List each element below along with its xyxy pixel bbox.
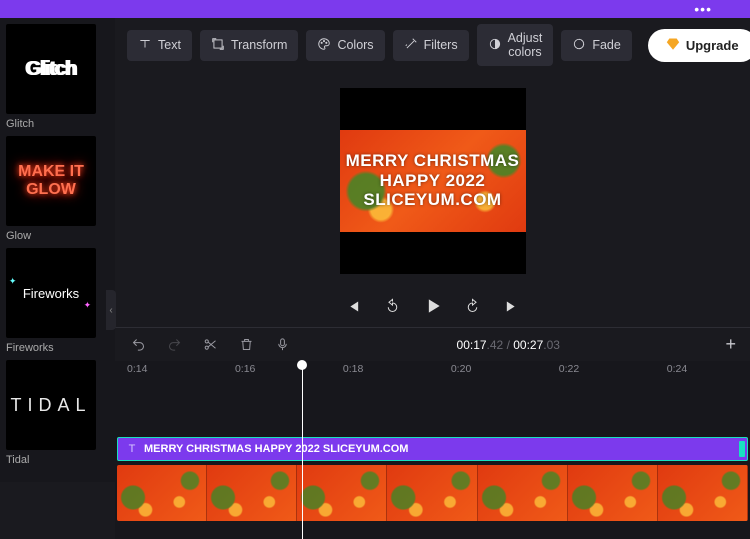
playback-controls: [115, 285, 750, 327]
button-label: Text: [158, 38, 181, 52]
text-clip[interactable]: T MERRY CHRISTMAS HAPPY 2022 SLICEYUM.CO…: [117, 437, 748, 461]
video-thumbnail: [297, 465, 387, 521]
text-icon: [138, 37, 152, 54]
transform-button[interactable]: Transform: [200, 30, 299, 61]
ruler-tick: 0:20: [451, 363, 471, 375]
video-clip[interactable]: [117, 465, 748, 521]
wand-icon: [404, 37, 418, 54]
preview-canvas-area: MERRY CHRISTMAS HAPPY 2022 SLICEYUM.COM: [115, 62, 750, 285]
button-label: Colors: [337, 38, 373, 52]
redo-button[interactable]: [165, 336, 183, 354]
clip-toolbar: Text Transform Colors Filters Adjust col…: [115, 18, 750, 62]
button-label: Adjust colors: [508, 31, 543, 59]
sidebar-collapse-handle[interactable]: ‹: [106, 290, 116, 330]
time-separator: /: [503, 338, 513, 352]
colors-button[interactable]: Colors: [306, 30, 384, 61]
undo-button[interactable]: [129, 336, 147, 354]
glitch-preview-text: Glitch: [26, 58, 77, 81]
play-button[interactable]: [422, 295, 444, 317]
sidebar-item-label: Glow: [6, 230, 109, 242]
tidal-preview-text: TIDAL: [10, 395, 91, 416]
delete-button[interactable]: [237, 336, 255, 354]
total-time: 00:27: [513, 338, 543, 352]
chevron-left-icon: ‹: [109, 305, 112, 316]
button-label: Upgrade: [686, 38, 739, 53]
sidebar-item-tidal[interactable]: TIDAL Tidal: [6, 360, 109, 466]
sidebar-item-label: Fireworks: [6, 342, 109, 354]
timecode-display: 00:17.42 / 00:27.03: [309, 338, 707, 352]
fireworks-preview-text: Fireworks: [23, 286, 79, 301]
sidebar-item-fireworks[interactable]: Fireworks Fireworks: [6, 248, 109, 354]
forward-button[interactable]: [462, 295, 484, 317]
palette-icon: [317, 37, 331, 54]
sidebar-item-glitch[interactable]: Glitch Glitch: [6, 24, 109, 130]
sidebar-item-label: Tidal: [6, 454, 109, 466]
button-label: Fade: [592, 38, 621, 52]
text-icon: T: [126, 443, 138, 455]
timeline-ruler[interactable]: 0:14 0:16 0:18 0:20 0:22 0:24: [115, 361, 750, 379]
total-time-frac: .03: [543, 338, 560, 352]
effects-sidebar: Glitch Glitch MAKE IT GLOW Glow Firework…: [0, 18, 115, 482]
ruler-tick: 0:16: [235, 363, 255, 375]
contrast-icon: [488, 37, 502, 54]
more-menu-button[interactable]: •••: [694, 1, 712, 17]
split-button[interactable]: [201, 336, 219, 354]
ruler-tick: 0:24: [667, 363, 687, 375]
rewind-button[interactable]: [382, 295, 404, 317]
button-label: Transform: [231, 38, 288, 52]
ruler-tick: 0:18: [343, 363, 363, 375]
skip-end-button[interactable]: [502, 295, 524, 317]
transform-icon: [211, 37, 225, 54]
timeline-toolbar: 00:17.42 / 00:27.03 +: [115, 327, 750, 361]
fade-icon: [572, 37, 586, 54]
add-track-button[interactable]: +: [725, 334, 736, 355]
voiceover-button[interactable]: [273, 336, 291, 354]
app-titlebar: •••: [0, 0, 750, 18]
video-thumbnail: [478, 465, 568, 521]
video-thumbnail: [658, 465, 748, 521]
filters-button[interactable]: Filters: [393, 30, 469, 61]
video-preview[interactable]: MERRY CHRISTMAS HAPPY 2022 SLICEYUM.COM: [340, 88, 526, 274]
video-thumbnail: [117, 465, 207, 521]
button-label: Filters: [424, 38, 458, 52]
timeline[interactable]: 0:14 0:16 0:18 0:20 0:22 0:24 T MERRY CH…: [115, 361, 750, 539]
glow-preview-text: MAKE IT GLOW: [18, 163, 84, 198]
diamond-icon: [666, 37, 680, 54]
video-thumbnail: [568, 465, 658, 521]
adjust-colors-button[interactable]: Adjust colors: [477, 24, 554, 66]
playhead[interactable]: [302, 361, 304, 539]
text-track: T MERRY CHRISTMAS HAPPY 2022 SLICEYUM.CO…: [117, 437, 748, 461]
clip-resize-handle[interactable]: [739, 441, 745, 457]
video-thumbnail: [207, 465, 297, 521]
ruler-tick: 0:14: [127, 363, 147, 375]
sidebar-item-label: Glitch: [6, 118, 109, 130]
sidebar-item-glow[interactable]: MAKE IT GLOW Glow: [6, 136, 109, 242]
current-time: 00:17: [457, 338, 487, 352]
video-track: [117, 465, 748, 521]
preview-overlay-text: MERRY CHRISTMAS HAPPY 2022 SLICEYUM.COM: [342, 151, 524, 210]
current-time-frac: .42: [487, 338, 504, 352]
video-thumbnail: [387, 465, 477, 521]
upgrade-button[interactable]: Upgrade: [648, 29, 750, 62]
fade-button[interactable]: Fade: [561, 30, 632, 61]
ruler-tick: 0:22: [559, 363, 579, 375]
skip-start-button[interactable]: [342, 295, 364, 317]
clip-label: MERRY CHRISTMAS HAPPY 2022 SLICEYUM.COM: [144, 443, 408, 455]
text-button[interactable]: Text: [127, 30, 192, 61]
